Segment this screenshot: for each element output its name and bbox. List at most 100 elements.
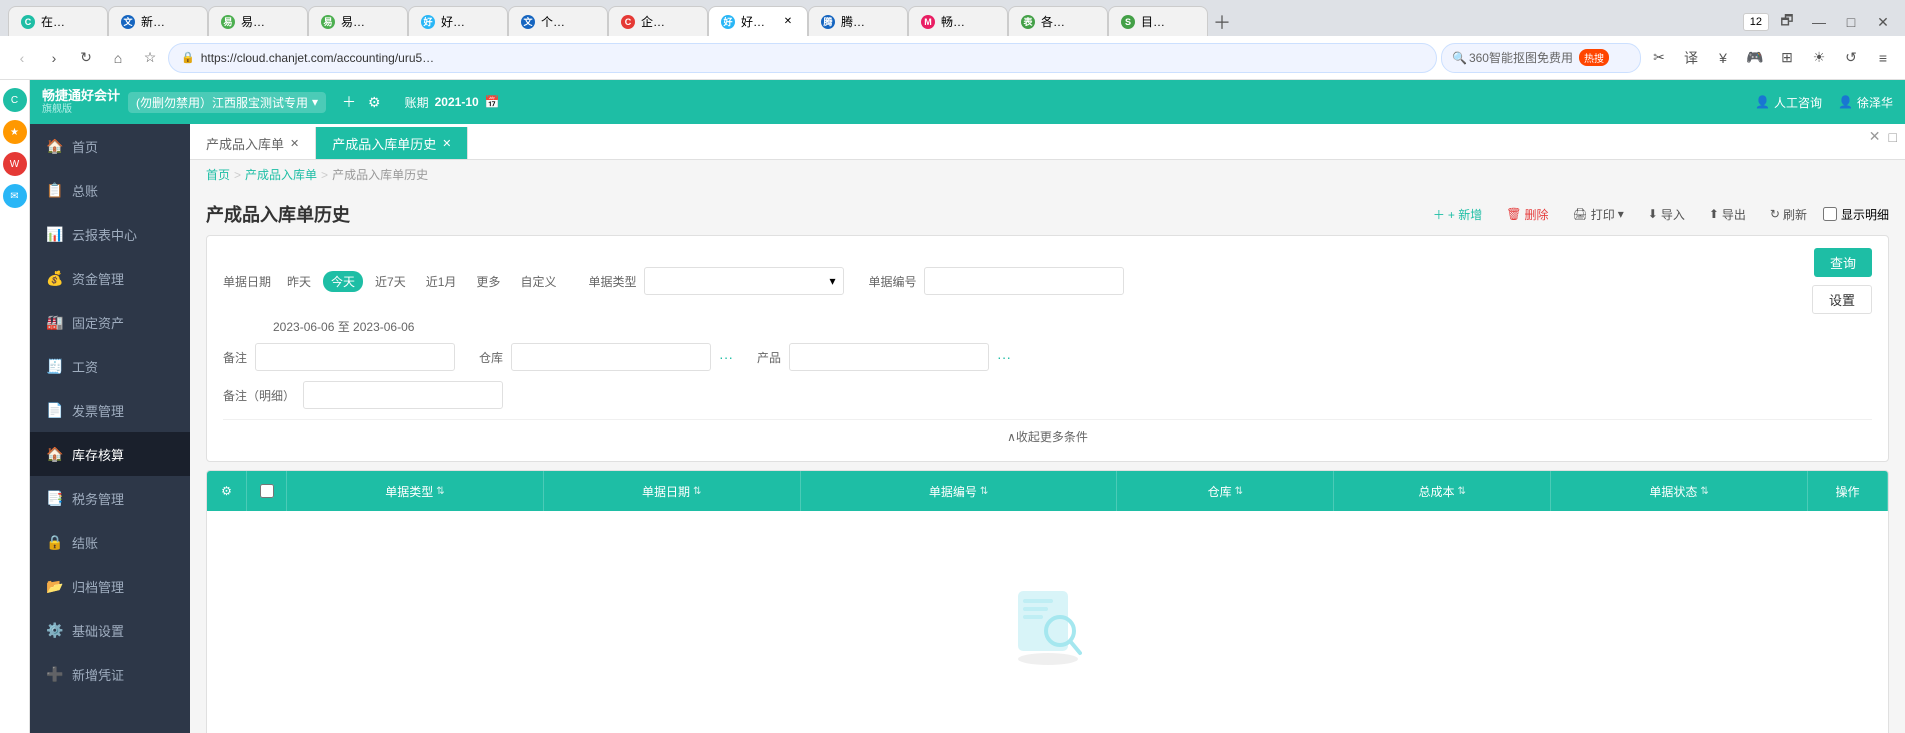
nav-item-close[interactable]: 🔒 结账 — [30, 520, 190, 564]
address-bar[interactable]: 🔒 https://cloud.chanjet.com/accounting/u… — [168, 43, 1437, 73]
show-columns-checkbox[interactable] — [1823, 207, 1837, 221]
date-today-btn[interactable]: 今天 — [323, 271, 363, 292]
tab-close-8[interactable]: ✕ — [781, 15, 795, 29]
browser-tab-12[interactable]: S 目… — [1108, 6, 1208, 36]
browser-tab-8[interactable]: 好 好… ✕ — [708, 6, 808, 36]
browser-sidebar-icon-1[interactable]: C — [3, 88, 27, 112]
note-filter-input[interactable] — [255, 343, 455, 371]
maximize-btn[interactable]: □ — [1837, 8, 1865, 36]
nav-item-basic[interactable]: ⚙️ 基础设置 — [30, 608, 190, 652]
browser-tab-5[interactable]: 好 好… — [408, 6, 508, 36]
date-1month-btn[interactable]: 近1月 — [418, 271, 465, 292]
forward-btn[interactable]: › — [40, 44, 68, 72]
browser-tab-6[interactable]: 文 个… — [508, 6, 608, 36]
panel-close-btn[interactable]: ✕ — [1869, 128, 1881, 145]
browser-search-bar[interactable]: 🔍 360智能抠图免费用 热搜 — [1441, 43, 1641, 73]
product-dots-btn[interactable]: ··· — [997, 349, 1011, 365]
nav-item-newvoucher[interactable]: ➕ 新增凭证 — [30, 652, 190, 696]
nav-item-tax[interactable]: 📑 税务管理 — [30, 476, 190, 520]
nav-item-invoice[interactable]: 📄 发票管理 — [30, 388, 190, 432]
browser-tab-11[interactable]: 表 各… — [1008, 6, 1108, 36]
product-filter-input[interactable] — [789, 343, 989, 371]
nav-item-payroll[interactable]: 🧾 工资 — [30, 344, 190, 388]
export-btn[interactable]: ⬆ 导出 — [1701, 202, 1754, 227]
restore-window-btn[interactable]: 🗗 — [1773, 8, 1801, 36]
col-warehouse[interactable]: 仓库 ⇅ — [1117, 471, 1334, 511]
col-num[interactable]: 单据编号 ⇅ — [801, 471, 1118, 511]
print-btn[interactable]: 🖨 打印 ▾ — [1564, 202, 1631, 227]
warehouse-filter-input[interactable] — [511, 343, 711, 371]
browser-sidebar-icon-2[interactable]: ★ — [3, 120, 27, 144]
add-company-btn[interactable]: ＋ — [342, 92, 356, 112]
browser-sidebar-icon-4[interactable]: ✉ — [3, 184, 27, 208]
game-icon-btn[interactable]: 🎮 — [1741, 44, 1769, 72]
import-btn[interactable]: ⬇ 导入 — [1640, 202, 1693, 227]
nav-item-archive[interactable]: 📂 归档管理 — [30, 564, 190, 608]
yuan-icon-btn[interactable]: ¥ — [1709, 44, 1737, 72]
add-btn[interactable]: ＋ + 新增 — [1425, 202, 1490, 227]
tab-count-badge[interactable]: 12 — [1743, 13, 1769, 31]
home-btn[interactable]: ⌂ — [104, 44, 132, 72]
breadcrumb-home[interactable]: 首页 — [206, 166, 230, 183]
page-tab-history[interactable]: 产成品入库单历史 ✕ — [316, 127, 468, 159]
warehouse-dots-btn[interactable]: ··· — [719, 349, 733, 365]
settings-company-btn[interactable]: ⚙ — [368, 94, 381, 111]
nav-item-reports[interactable]: 📊 云报表中心 — [30, 212, 190, 256]
back-btn[interactable]: ‹ — [8, 44, 36, 72]
nav-item-assets[interactable]: 🏭 固定资产 — [30, 300, 190, 344]
minimize-btn[interactable]: — — [1805, 8, 1833, 36]
collapse-btn[interactable]: ∧ 收起更多条件 — [1003, 424, 1092, 449]
show-columns-toggle[interactable]: 显示明细 — [1823, 206, 1889, 223]
refresh-btn[interactable]: ↻ — [72, 44, 100, 72]
company-selector[interactable]: (勿删勿禁用）江西服宝测试专用 ▾ — [128, 92, 326, 113]
filter-settings-button[interactable]: 设置 — [1812, 285, 1872, 314]
bookmark-btn[interactable]: ☆ — [136, 44, 164, 72]
date-yesterday-btn[interactable]: 昨天 — [279, 271, 319, 292]
settings-icon-btn[interactable]: ≡ — [1869, 44, 1897, 72]
history-icon-btn[interactable]: ↺ — [1837, 44, 1865, 72]
scissors-icon-btn[interactable]: ✂ — [1645, 44, 1673, 72]
browser-tab-9[interactable]: 腾 腾… — [808, 6, 908, 36]
col-settings[interactable]: ⚙ — [207, 471, 247, 511]
nav-item-inventory[interactable]: 🏠 库存核算 — [30, 432, 190, 476]
type-select[interactable]: ▾ — [644, 267, 844, 295]
browser-tab-10[interactable]: M 畅… — [908, 6, 1008, 36]
select-all-checkbox[interactable] — [260, 484, 274, 498]
page-tab-history-close[interactable]: ✕ — [442, 137, 451, 150]
breadcrumb-list[interactable]: 产成品入库单 — [245, 166, 317, 183]
nav-item-ledger[interactable]: 📋 总账 — [30, 168, 190, 212]
nav-item-home[interactable]: 🏠 首页 — [30, 124, 190, 168]
page-tab-list-close[interactable]: ✕ — [290, 137, 299, 150]
panel-expand-btn[interactable]: □ — [1889, 129, 1897, 145]
nav-item-funds[interactable]: 💰 资金管理 — [30, 256, 190, 300]
col-cost[interactable]: 总成本 ⇅ — [1334, 471, 1551, 511]
calendar-icon[interactable]: 📅 — [485, 95, 500, 109]
detail-note-filter-input[interactable] — [303, 381, 503, 409]
delete-btn[interactable]: 🗑 删除 — [1498, 202, 1556, 227]
num-filter-input[interactable] — [924, 267, 1124, 295]
col-date[interactable]: 单据日期 ⇅ — [544, 471, 801, 511]
browser-tab-7[interactable]: C 企… — [608, 6, 708, 36]
browser-sidebar-icon-3[interactable]: W — [3, 152, 27, 176]
theme-icon-btn[interactable]: ☀ — [1805, 44, 1833, 72]
date-7days-btn[interactable]: 近7天 — [367, 271, 414, 292]
col-status[interactable]: 单据状态 ⇅ — [1551, 471, 1808, 511]
new-tab-button[interactable]: ＋ — [1208, 8, 1236, 36]
browser-tab-4[interactable]: 易 易… — [308, 6, 408, 36]
browser-tab-3[interactable]: 易 易… — [208, 6, 308, 36]
close-window-btn[interactable]: ✕ — [1869, 8, 1897, 36]
col-type[interactable]: 单据类型 ⇅ — [287, 471, 544, 511]
customer-service-btn[interactable]: 👤 人工咨询 — [1755, 94, 1822, 111]
browser-tab-1[interactable]: C 在… — [8, 6, 108, 36]
refresh-btn-action[interactable]: ↻ 刷新 — [1762, 202, 1815, 227]
grid-icon-btn[interactable]: ⊞ — [1773, 44, 1801, 72]
collapse-label: 收起更多条件 — [1016, 428, 1088, 445]
query-button[interactable]: 查询 — [1814, 248, 1872, 277]
page-tab-list[interactable]: 产成品入库单 ✕ — [190, 127, 316, 159]
date-more-btn[interactable]: 更多 — [468, 271, 508, 292]
date-custom-btn[interactable]: 自定义 — [512, 271, 564, 292]
user-info-btn[interactable]: 👤 徐泽华 — [1838, 94, 1893, 111]
browser-tab-2[interactable]: 文 新… — [108, 6, 208, 36]
translate-icon-btn[interactable]: 译 — [1677, 44, 1705, 72]
col-checkbox[interactable] — [247, 471, 287, 511]
